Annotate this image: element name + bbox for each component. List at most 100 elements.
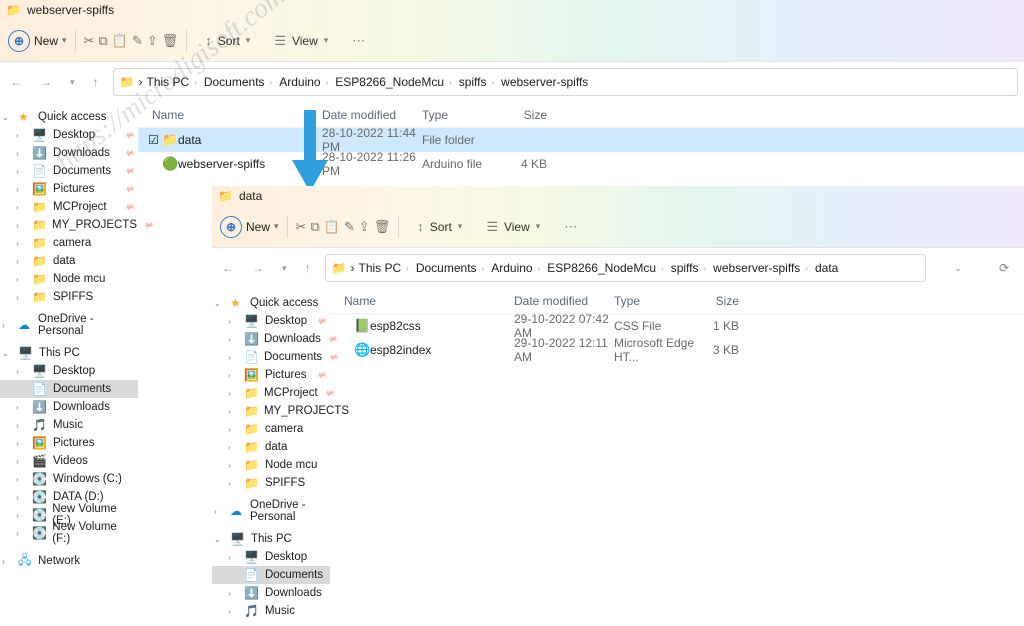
- sidebar-item[interactable]: ›🖼️Pictures📌: [0, 180, 138, 198]
- breadcrumb[interactable]: Documents›: [204, 75, 275, 89]
- delete-icon[interactable]: 🗑: [374, 219, 391, 235]
- breadcrumb[interactable]: ESP8266_NodeMcu›: [335, 75, 454, 89]
- refresh-button[interactable]: ⟳: [990, 254, 1018, 282]
- share-icon[interactable]: ⇪: [147, 33, 158, 49]
- sidebar-item[interactable]: ›📁data: [212, 438, 330, 456]
- sidebar-item[interactable]: ›🎵Music: [0, 416, 138, 434]
- sidebar-item[interactable]: 📄Documents: [212, 566, 330, 584]
- sidebar-item[interactable]: ›🖥️Desktop: [212, 548, 330, 566]
- sidebar-item[interactable]: ›💽New Volume (F:): [0, 524, 138, 542]
- breadcrumb[interactable]: data: [815, 261, 838, 275]
- paste-icon[interactable]: 📋: [324, 219, 340, 235]
- sidebar-item[interactable]: ›📁SPIFFS: [212, 474, 330, 492]
- sidebar-item[interactable]: ›🖥️Desktop📌: [212, 312, 330, 330]
- up-button[interactable]: ↑: [301, 257, 315, 279]
- column-date[interactable]: Date modified: [514, 294, 614, 308]
- new-button[interactable]: ⊕: [8, 30, 30, 52]
- sidebar-item[interactable]: ›🖼️Pictures📌: [212, 366, 330, 384]
- rename-icon[interactable]: ✎: [132, 33, 143, 49]
- sidebar-item[interactable]: ›📁MCProject📌: [212, 384, 330, 402]
- sidebar-onedrive[interactable]: ›☁OneDrive - Personal: [0, 316, 138, 334]
- cut-icon[interactable]: ✂: [84, 33, 95, 49]
- separator: [186, 30, 187, 52]
- sort-button[interactable]: ↕Sort▾: [407, 215, 472, 238]
- titlebar[interactable]: 📁 data: [212, 186, 1024, 206]
- breadcrumb[interactable]: ESP8266_NodeMcu›: [547, 261, 666, 275]
- sidebar-item[interactable]: ›⬇️Downloads: [0, 398, 138, 416]
- breadcrumb[interactable]: spiffs›: [459, 75, 497, 89]
- cut-icon[interactable]: ✂: [296, 219, 307, 235]
- sidebar-quick-access[interactable]: ⌄★Quick access: [212, 294, 330, 312]
- file-row[interactable]: 🟢webserver-spiffs28-10-2022 11:26 PMArdu…: [138, 152, 1024, 176]
- file-row[interactable]: ☑📁data28-10-2022 11:44 PMFile folder: [138, 128, 1024, 152]
- file-row[interactable]: 📗esp82css29-10-2022 07:42 AMCSS File1 KB: [330, 314, 1024, 338]
- breadcrumb[interactable]: Arduino›: [279, 75, 331, 89]
- column-type[interactable]: Type: [614, 294, 699, 308]
- forward-button[interactable]: →: [36, 71, 56, 93]
- address-bar[interactable]: 📁› This PC› Documents› Arduino› ESP8266_…: [325, 254, 926, 282]
- new-label: New: [34, 34, 58, 48]
- sidebar-item[interactable]: ›🖼️Pictures: [0, 434, 138, 452]
- sidebar-item[interactable]: ›📁SPIFFS: [0, 288, 138, 306]
- column-date[interactable]: Date modified: [322, 108, 422, 122]
- paste-icon[interactable]: 📋: [112, 33, 128, 49]
- breadcrumb[interactable]: This PC›: [358, 261, 411, 275]
- sidebar-item[interactable]: ›📁MY_PROJECTS: [212, 402, 330, 420]
- rename-icon[interactable]: ✎: [344, 219, 355, 235]
- chevron-down-icon[interactable]: ⌄: [944, 254, 972, 282]
- sidebar-item[interactable]: ›📁Node mcu: [212, 456, 330, 474]
- breadcrumb[interactable]: spiffs›: [671, 261, 709, 275]
- sidebar-item[interactable]: ›🎬Videos: [0, 452, 138, 470]
- sidebar-item[interactable]: ›📁MCProject📌: [0, 198, 138, 216]
- view-button[interactable]: ☰View▾: [476, 215, 550, 239]
- sidebar-thispc[interactable]: ⌄🖥️This PC: [212, 530, 330, 548]
- new-button[interactable]: ⊕: [220, 216, 242, 238]
- sidebar-item[interactable]: ›📁camera: [0, 234, 138, 252]
- sidebar-item[interactable]: 📄Documents: [0, 380, 138, 398]
- separator: [75, 30, 76, 52]
- titlebar[interactable]: 📁 webserver-spiffs: [0, 0, 1024, 20]
- share-icon[interactable]: ⇪: [359, 219, 370, 235]
- breadcrumb[interactable]: Documents›: [416, 261, 487, 275]
- sidebar-item[interactable]: ›📄Documents📌: [0, 162, 138, 180]
- sidebar-item[interactable]: ›🖥️Desktop📌: [0, 126, 138, 144]
- sidebar-quick-access[interactable]: ⌄★Quick access: [0, 108, 138, 126]
- sidebar-item[interactable]: ›🖥️Desktop: [0, 362, 138, 380]
- sort-button[interactable]: ↕Sort▾: [195, 29, 260, 52]
- sidebar-item[interactable]: ›📁Node mcu: [0, 270, 138, 288]
- sidebar-item[interactable]: ›⬇️Downloads📌: [212, 330, 330, 348]
- copy-icon[interactable]: ⧉: [310, 219, 319, 235]
- up-button[interactable]: ↑: [89, 71, 103, 93]
- column-size[interactable]: Size: [699, 294, 739, 308]
- sidebar-item[interactable]: ›💽Windows (C:): [0, 470, 138, 488]
- more-button[interactable]: ⋯: [342, 29, 375, 53]
- column-name[interactable]: Name: [344, 294, 514, 308]
- sidebar-item[interactable]: ›📁data: [0, 252, 138, 270]
- copy-icon[interactable]: ⧉: [98, 33, 107, 49]
- sidebar-item[interactable]: ›📄Documents📌: [212, 348, 330, 366]
- breadcrumb[interactable]: webserver-spiffs: [501, 75, 588, 89]
- address-bar[interactable]: 📁› This PC› Documents› Arduino› ESP8266_…: [113, 68, 1018, 96]
- file-row[interactable]: 🌐esp82index29-10-2022 12:11 AMMicrosoft …: [330, 338, 1024, 362]
- view-button[interactable]: ☰View▾: [264, 29, 338, 53]
- sidebar-item[interactable]: ›📁MY_PROJECTS📌: [0, 216, 138, 234]
- forward-button[interactable]: →: [248, 257, 268, 279]
- sidebar-onedrive[interactable]: ›☁OneDrive - Personal: [212, 502, 330, 520]
- sidebar-thispc[interactable]: ⌄🖥️This PC: [0, 344, 138, 362]
- back-button[interactable]: ←: [6, 71, 26, 93]
- more-button[interactable]: ⋯: [554, 215, 587, 239]
- sidebar-item[interactable]: ›⬇️Downloads📌: [0, 144, 138, 162]
- back-button[interactable]: ←: [218, 257, 238, 279]
- breadcrumb[interactable]: This PC›: [146, 75, 199, 89]
- history-button[interactable]: ▾: [278, 259, 291, 278]
- sidebar-network[interactable]: ›🖧Network: [0, 552, 138, 570]
- sidebar-item[interactable]: ›🎵Music: [212, 602, 330, 620]
- history-button[interactable]: ▾: [66, 73, 79, 92]
- sidebar-item[interactable]: ›⬇️Downloads: [212, 584, 330, 602]
- column-size[interactable]: Size: [507, 108, 547, 122]
- breadcrumb[interactable]: webserver-spiffs›: [713, 261, 811, 275]
- breadcrumb[interactable]: Arduino›: [491, 261, 543, 275]
- column-type[interactable]: Type: [422, 108, 507, 122]
- delete-icon[interactable]: 🗑: [162, 33, 179, 49]
- sidebar-item[interactable]: ›📁camera: [212, 420, 330, 438]
